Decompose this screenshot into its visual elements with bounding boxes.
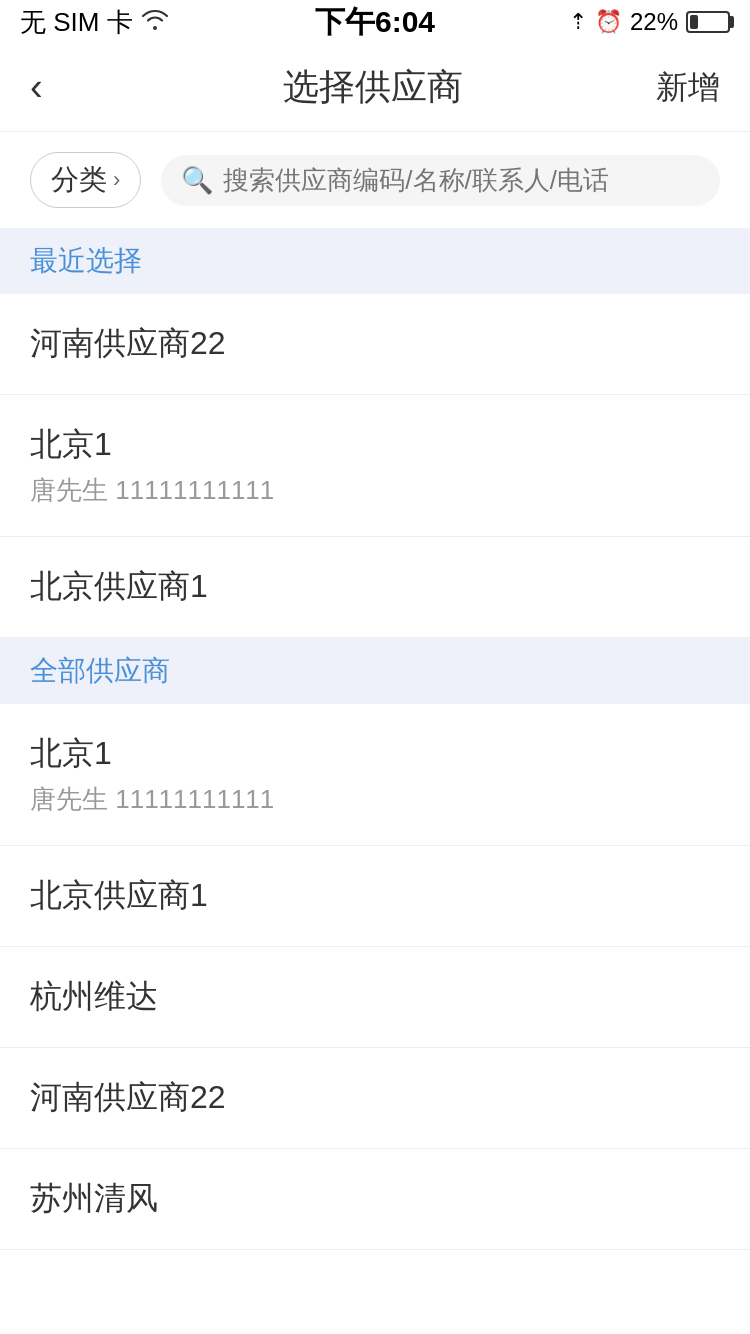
status-right: ⇡ ⏰ 22% (569, 8, 730, 36)
sections-container: 最近选择河南供应商22 北京1 唐先生 11111111111 北京供应商1 全部供应商… (0, 228, 750, 1250)
status-bar: 无 SIM 卡 下午6:04 ⇡ ⏰ 22% (0, 0, 750, 44)
item-name: 苏州清风 (30, 1177, 720, 1221)
page-title: 选择供应商 (283, 63, 463, 112)
item-sub: 唐先生 11111111111 (30, 782, 720, 817)
category-filter[interactable]: 分类 › (30, 152, 141, 208)
list-item[interactable]: 苏州清风 (0, 1149, 750, 1250)
item-name: 北京1 (30, 732, 720, 776)
item-name: 北京供应商1 (30, 874, 720, 918)
nav-bar: ‹ 选择供应商 新增 (0, 44, 750, 132)
back-button[interactable]: ‹ (30, 66, 90, 109)
section-header-all: 全部供应商 (0, 638, 750, 704)
status-time: 下午6:04 (315, 2, 435, 43)
list-item[interactable]: 河南供应商22 (0, 294, 750, 395)
item-name: 北京1 (30, 423, 720, 467)
list-item[interactable]: 杭州维达 (0, 947, 750, 1048)
list-item[interactable]: 北京1 唐先生 11111111111 (0, 395, 750, 537)
item-name: 河南供应商22 (30, 322, 720, 366)
wifi-icon (141, 7, 169, 38)
chevron-right-icon: › (113, 167, 120, 193)
section-header-text-all: 全部供应商 (30, 655, 170, 686)
carrier-text: 无 SIM 卡 (20, 5, 133, 40)
add-button[interactable]: 新增 (656, 66, 720, 110)
list-item[interactable]: 北京1 唐先生 11111111111 (0, 704, 750, 846)
search-box[interactable]: 🔍 (161, 155, 720, 206)
search-input[interactable] (223, 165, 700, 196)
filter-bar: 分类 › 🔍 (0, 132, 750, 228)
section-header-text-recent: 最近选择 (30, 245, 142, 276)
location-icon: ⇡ (569, 9, 587, 35)
item-name: 北京供应商1 (30, 565, 720, 609)
list-item[interactable]: 北京供应商1 (0, 846, 750, 947)
category-label: 分类 (51, 161, 107, 199)
list-item[interactable]: 河南供应商22 (0, 1048, 750, 1149)
section-header-recent: 最近选择 (0, 228, 750, 294)
item-name: 河南供应商22 (30, 1076, 720, 1120)
alarm-icon: ⏰ (595, 9, 622, 35)
list-item[interactable]: 北京供应商1 (0, 537, 750, 638)
battery-icon (686, 11, 730, 33)
search-icon: 🔍 (181, 165, 213, 196)
status-left: 无 SIM 卡 (20, 5, 169, 40)
item-sub: 唐先生 11111111111 (30, 473, 720, 508)
battery-percent: 22% (630, 8, 678, 36)
item-name: 杭州维达 (30, 975, 720, 1019)
